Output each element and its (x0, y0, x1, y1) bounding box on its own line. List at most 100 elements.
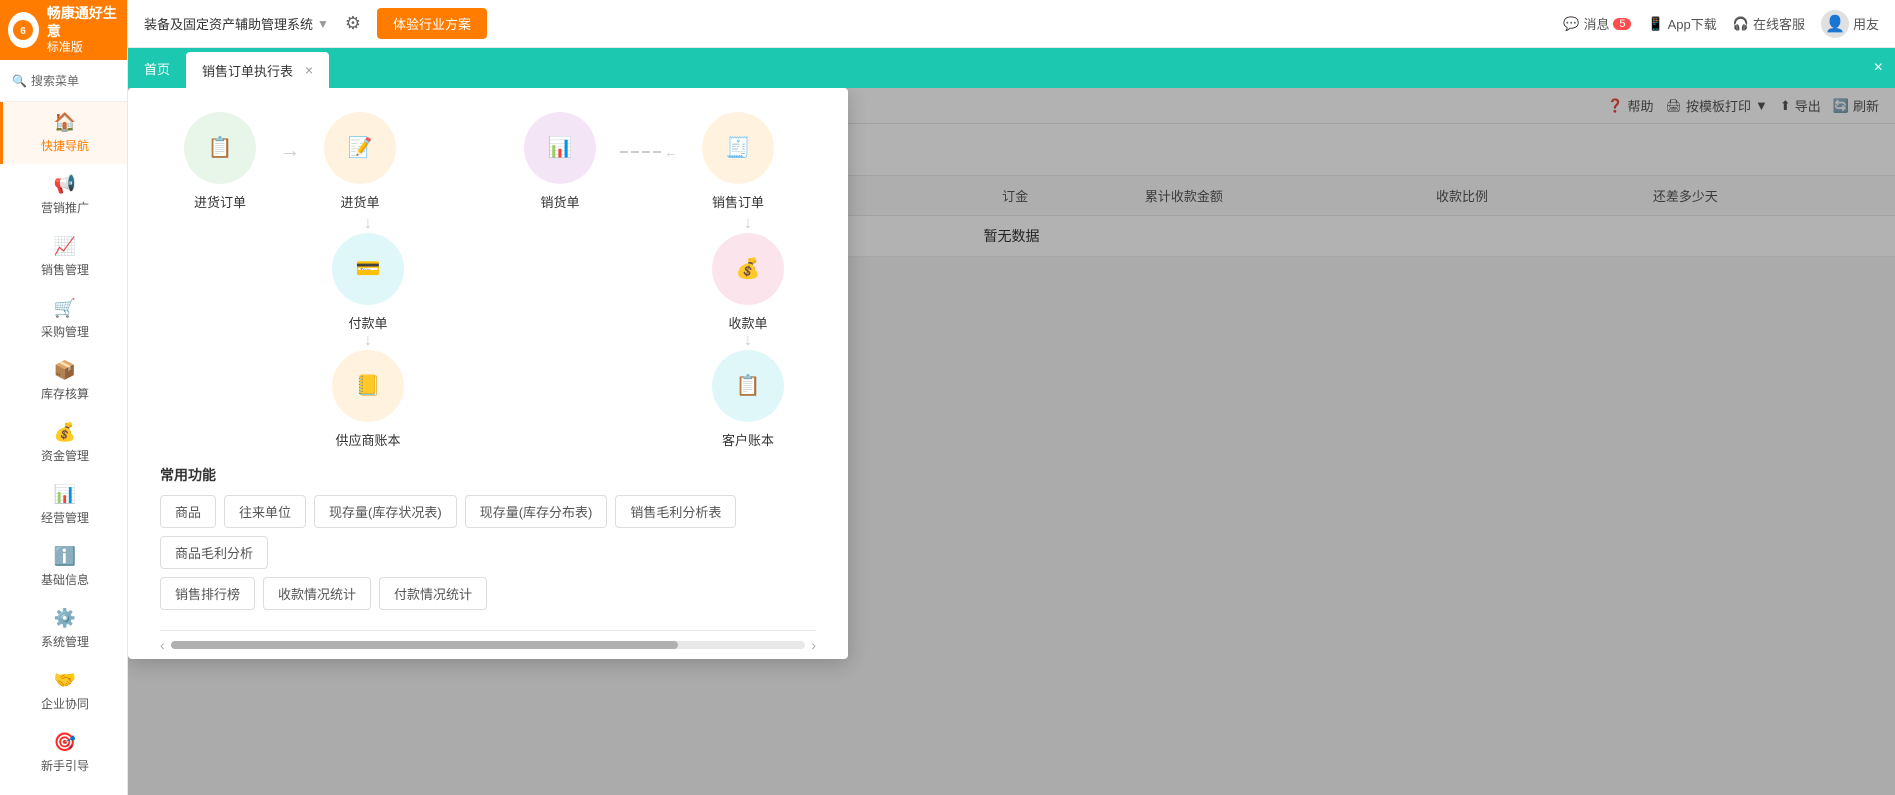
flow-top-row: 📋 进货订单 → 📝 (160, 112, 816, 211)
sidebar-item-marketing[interactable]: 📢 营销推广 (0, 164, 127, 226)
node-payment-out[interactable]: 💳 付款单 (308, 233, 428, 332)
sidebar-item-purchase[interactable]: 🛒 采购管理 (0, 288, 127, 350)
online-service-item[interactable]: 🎧 在线客服 (1733, 14, 1805, 33)
customer-ledger-label: 客户账本 (722, 430, 774, 449)
node-sale-order[interactable]: 🧾 销售订单 (678, 112, 798, 211)
svg-text:📝: 📝 (348, 135, 373, 159)
tab-close-button[interactable]: × (301, 62, 313, 78)
common-functions: 常用功能 商品 往来单位 现存量(库存状况表) 现存量(库存分布表) 销售毛利分… (160, 449, 816, 630)
btn-counterpart[interactable]: 往来单位 (224, 495, 306, 528)
sidebar-item-quick-nav[interactable]: 🏠 快捷导航 (0, 102, 127, 164)
sidebar-nav: 🏠 快捷导航 📢 营销推广 📈 销售管理 🛒 采购管理 📦 库存核算 💰 (0, 102, 127, 795)
purchase-order-label: 进货订单 (194, 192, 246, 211)
handshake-icon: 🤝 (54, 670, 76, 691)
flow-col-sale: ↓ 💰 收款单 ↓ 📋 (688, 215, 808, 449)
sidebar-item-label: 快捷导航 (41, 137, 89, 154)
btn-stock-dist[interactable]: 现存量(库存分布表) (465, 495, 608, 528)
btn-product-gross[interactable]: 商品毛利分析 (160, 536, 268, 569)
message-badge: 5 (1613, 18, 1631, 30)
avatar: 👤 (1821, 10, 1849, 38)
sale-label: 销货单 (540, 192, 579, 211)
sidebar-item-label: 销售管理 (41, 261, 89, 278)
message-icon: 💬 (1563, 16, 1579, 32)
trial-button[interactable]: 体验行业方案 (377, 8, 487, 39)
sidebar-item-label: 资金管理 (41, 447, 89, 464)
flow-mid-section: ↓ 💳 付款单 ↓ 📒 (160, 215, 816, 449)
payment-out-label: 付款单 (348, 313, 387, 332)
guide-panel: 📋 进货订单 → 📝 (128, 88, 848, 659)
headset-icon: 🎧 (1733, 16, 1749, 32)
btn-stock-status[interactable]: 现存量(库存状况表) (314, 495, 457, 528)
sidebar-item-label: 经营管理 (41, 509, 89, 526)
node-customer-ledger[interactable]: 📋 客户账本 (688, 350, 808, 449)
svg-text:💳: 💳 (356, 258, 381, 280)
payment-in-icon: 💰 (712, 233, 784, 305)
svg-text:6: 6 (21, 26, 27, 37)
tab-home[interactable]: 首页 (128, 48, 186, 88)
content-area: ❓ 帮助 🖨 按模板打印 ▼ ⬆ 导出 🔄 刷新 (128, 88, 1895, 795)
common-functions-title: 常用功能 (160, 465, 816, 485)
sales-icon: 📈 (54, 236, 76, 257)
sidebar-item-label: 企业协同 (41, 695, 89, 712)
target-icon: 🎯 (54, 732, 76, 753)
sidebar-item-label: 采购管理 (41, 323, 89, 340)
sidebar: 6 畅康通好生意 标准版 🔍 搜索菜单 🏠 快捷导航 📢 营销推广 (0, 0, 128, 795)
message-item[interactable]: 💬 消息 5 (1563, 14, 1631, 33)
btn-payment-stat[interactable]: 收款情况统计 (263, 577, 371, 610)
guide-scrollbar: ‹ › (160, 630, 816, 659)
scrollbar-track[interactable] (171, 641, 806, 649)
btn-product[interactable]: 商品 (160, 495, 216, 528)
btn-payout-stat[interactable]: 付款情况统计 (379, 577, 487, 610)
arrow-sale-order-to-sale: ← (620, 144, 678, 180)
svg-text:📋: 📋 (736, 373, 761, 397)
user-item[interactable]: 👤 用友 (1821, 10, 1879, 38)
gear-icon: ⚙️ (54, 608, 76, 629)
scrollbar-thumb (171, 641, 679, 649)
btn-sales-gross[interactable]: 销售毛利分析表 (615, 495, 736, 528)
mid-spacer (428, 215, 688, 449)
sidebar-item-system[interactable]: ⚙️ 系统管理 (0, 598, 127, 660)
node-purchase[interactable]: 📝 进货单 (300, 112, 420, 211)
node-sale[interactable]: 📊 销货单 (500, 112, 620, 211)
sidebar-item-operations[interactable]: 📊 经营管理 (0, 474, 127, 536)
sidebar-item-label: 系统管理 (41, 633, 89, 650)
scroll-left-button[interactable]: ‹ (160, 637, 165, 653)
supplier-ledger-label: 供应商账本 (335, 430, 400, 449)
system-title: 装备及固定资产辅助管理系统 ▼ (144, 14, 329, 33)
sidebar-item-guide[interactable]: 🎯 新手引导 (0, 722, 127, 784)
box-icon: 📦 (54, 360, 76, 381)
payment-in-label: 收款单 (728, 313, 767, 332)
settings-button[interactable]: ⚙ (341, 9, 365, 38)
svg-text:🧾: 🧾 (726, 135, 751, 159)
sidebar-item-sales[interactable]: 📈 销售管理 (0, 226, 127, 288)
sidebar-item-enterprise[interactable]: 🤝 企业协同 (0, 660, 127, 722)
svg-text:📊: 📊 (548, 135, 573, 159)
app-download-item[interactable]: 📱 App下载 (1647, 14, 1716, 33)
info-icon: ℹ️ (54, 546, 76, 567)
sidebar-search[interactable]: 🔍 搜索菜单 (0, 60, 127, 102)
download-icon: 📱 (1647, 16, 1663, 32)
node-payment-in[interactable]: 💰 收款单 (688, 233, 808, 332)
btn-sales-ranking[interactable]: 销售排行榜 (160, 577, 255, 610)
topbar-right: 💬 消息 5 📱 App下载 🎧 在线客服 👤 用友 (1563, 10, 1879, 38)
sidebar-item-label: 营销推广 (41, 199, 89, 216)
sidebar-logo: 6 畅康通好生意 标准版 (0, 0, 127, 60)
svg-text:📒: 📒 (356, 374, 381, 397)
node-supplier-ledger[interactable]: 📒 供应商账本 (308, 350, 428, 449)
scroll-right-button[interactable]: › (811, 637, 816, 653)
tab-sale-order[interactable]: 销售订单执行表 × (186, 52, 329, 88)
search-icon: 🔍 (12, 74, 27, 88)
close-all-tabs[interactable]: × (1874, 59, 1895, 77)
common-btns-row2: 销售排行榜 收款情况统计 付款情况统计 (160, 577, 816, 610)
purchase-order-icon: 📋 (184, 112, 256, 184)
search-button[interactable]: 🔍 搜索菜单 (8, 68, 119, 93)
sidebar-item-label: 基础信息 (41, 571, 89, 588)
sidebar-item-label: 新手引导 (41, 757, 89, 774)
main-content: 装备及固定资产辅助管理系统 ▼ ⚙ 体验行业方案 💬 消息 5 📱 App下载 … (128, 0, 1895, 795)
megaphone-icon: 📢 (54, 174, 76, 195)
down-arrow-sale: ↓ (744, 215, 752, 233)
sidebar-item-basic-info[interactable]: ℹ️ 基础信息 (0, 536, 127, 598)
sidebar-item-finance[interactable]: 💰 资金管理 (0, 412, 127, 474)
node-purchase-order[interactable]: 📋 进货订单 (160, 112, 280, 211)
sidebar-item-inventory[interactable]: 📦 库存核算 (0, 350, 127, 412)
